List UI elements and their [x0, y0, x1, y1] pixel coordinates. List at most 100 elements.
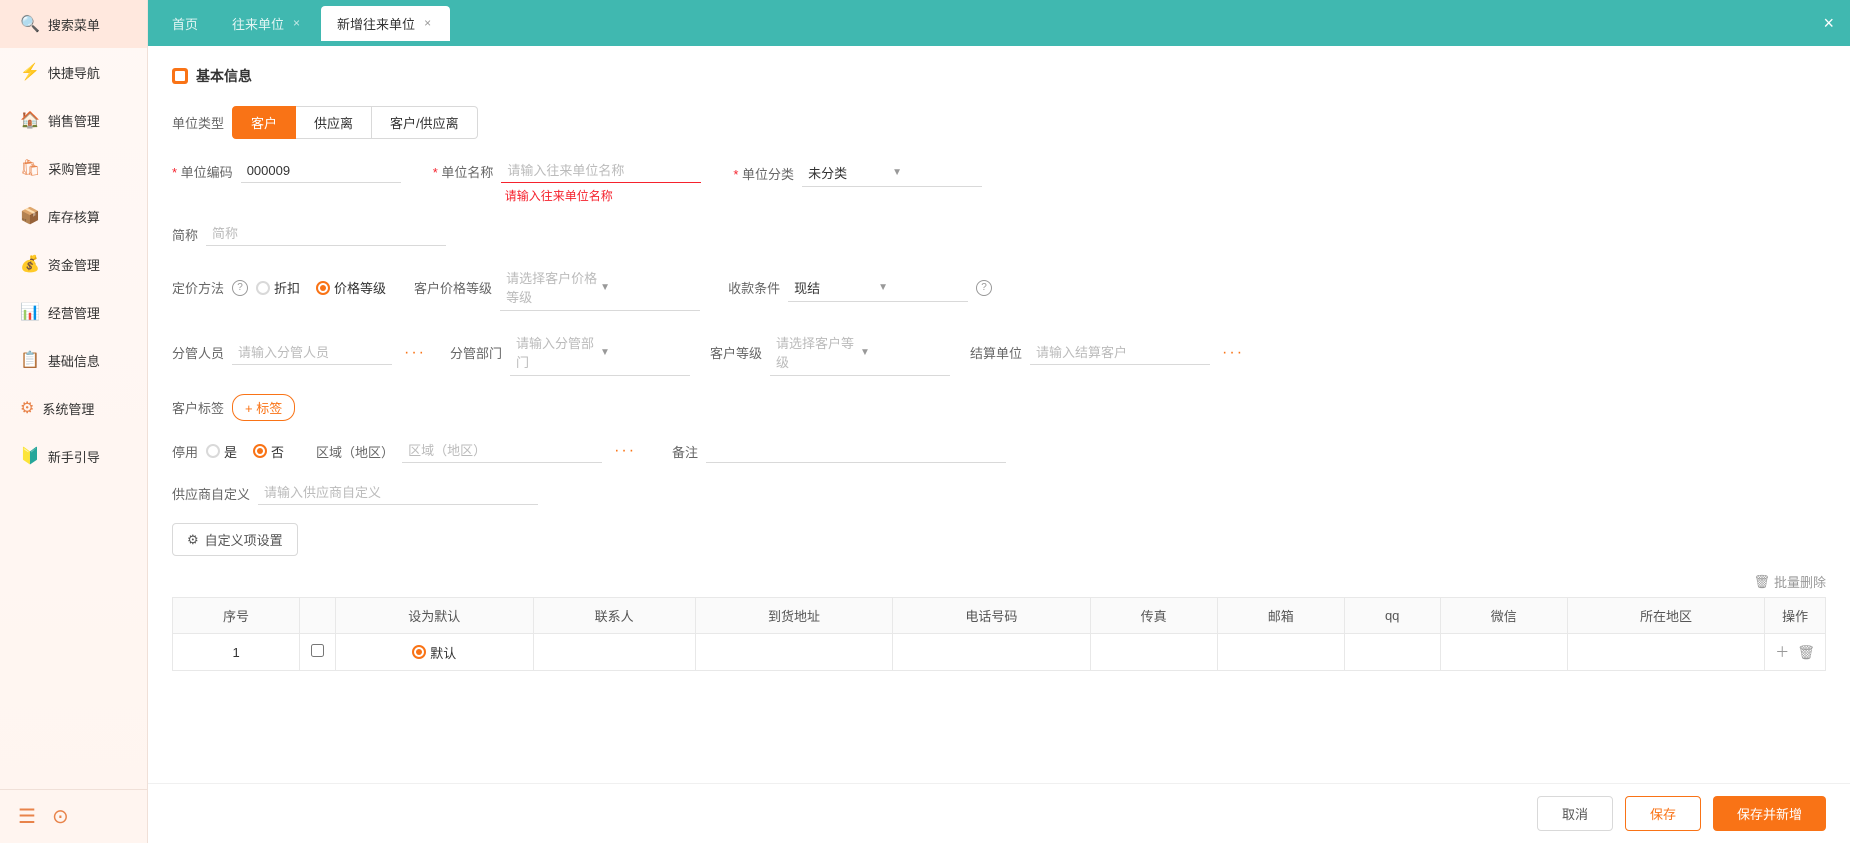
sidebar-item-basicinfo[interactable]: 📋 基础信息	[0, 336, 147, 384]
th-wechat: 微信	[1440, 598, 1567, 634]
tab-partners[interactable]: 往来单位 ×	[216, 6, 319, 41]
th-action: 操作	[1765, 598, 1826, 634]
unit-name-label: 单位名称	[433, 162, 494, 181]
sidebar-item-quicknav[interactable]: ⚡ 快捷导航	[0, 48, 147, 96]
payment-arrow-icon: ▼	[878, 282, 962, 293]
row-region	[1567, 634, 1764, 671]
sidebar-item-newbie[interactable]: 🔰 新手引导	[0, 432, 147, 480]
payment-terms-value: 现结	[794, 278, 878, 297]
quicknav-icon: ⚡	[20, 62, 40, 82]
sidebar-home-btn[interactable]: ⊙	[44, 800, 77, 833]
sidebar-item-label: 销售管理	[48, 111, 100, 130]
dept-select[interactable]: 请输入分管部门 ▼	[510, 329, 690, 376]
tab-add-partner[interactable]: 新增往来单位 ×	[321, 6, 450, 41]
unit-name-group: 单位名称 请输入往来单位名称	[433, 159, 702, 204]
type-btn-customer[interactable]: 客户	[232, 106, 296, 139]
type-btn-both[interactable]: 客户/供应离	[372, 106, 478, 139]
tab-partners-close[interactable]: ×	[290, 16, 303, 30]
row-email	[1217, 634, 1344, 671]
sidebar-item-system[interactable]: ⚙ 系统管理	[0, 384, 147, 432]
type-btn-supplier[interactable]: 供应离	[296, 106, 372, 139]
pricing-discount-radio[interactable]: 折扣	[256, 278, 300, 297]
sidebar-item-purchase[interactable]: 🛍 采购管理	[0, 144, 147, 192]
sales-icon: 🏠	[20, 110, 40, 130]
payment-terms-select[interactable]: 现结 ▼	[788, 274, 968, 302]
row-fax	[1090, 634, 1217, 671]
unit-code-input[interactable]	[241, 159, 401, 183]
disabled-yes-circle	[206, 444, 220, 458]
pricing-help-icon[interactable]: ?	[232, 280, 248, 296]
customer-level-select[interactable]: 请选择客户等级 ▼	[770, 329, 950, 376]
unit-code-group: 单位编码	[172, 159, 401, 183]
payment-terms-group: 收款条件 现结 ▼ ?	[728, 274, 992, 302]
pricing-discount-label: 折扣	[274, 278, 300, 297]
unit-category-select[interactable]: 未分类 ▼	[802, 159, 982, 187]
settlement-label: 结算单位	[970, 343, 1022, 362]
unit-category-label: 单位分类	[733, 164, 794, 183]
manager-dots-btn[interactable]: ···	[400, 342, 430, 364]
pricing-level-radio[interactable]: 价格等级	[316, 278, 386, 297]
settlement-input[interactable]	[1030, 341, 1210, 365]
sidebar-item-operations[interactable]: 📊 经营管理	[0, 288, 147, 336]
settlement-dots-btn[interactable]: ···	[1218, 342, 1248, 364]
th-no: 序号	[173, 598, 300, 634]
sidebar-item-label: 资金管理	[48, 255, 100, 274]
remark-input[interactable]	[706, 439, 1006, 463]
tab-add-partner-label: 新增往来单位	[337, 14, 415, 33]
pricing-discount-circle	[256, 281, 270, 295]
customer-tag-label: 客户标签	[172, 398, 224, 417]
purchase-icon: 🛍	[20, 158, 40, 178]
remark-label: 备注	[672, 442, 698, 461]
disabled-region-row: 停用 是 否 区域（地区） ··· 备注	[172, 439, 1826, 463]
sidebar-item-label: 基础信息	[48, 351, 100, 370]
sidebar: 🔍 搜索菜单 ⚡ 快捷导航 🏠 销售管理 🛍 采购管理 📦 库存核算 💰 资金管…	[0, 0, 148, 843]
cancel-button[interactable]: 取消	[1537, 796, 1613, 831]
tab-add-partner-close[interactable]: ×	[421, 16, 434, 30]
row-add-icon[interactable]: ＋	[1775, 642, 1789, 662]
sidebar-item-inventory[interactable]: 📦 库存核算	[0, 192, 147, 240]
sidebar-collapse-btn[interactable]: ☰	[10, 800, 44, 833]
row-checkbox[interactable]	[311, 644, 324, 657]
region-input[interactable]	[402, 439, 602, 463]
footer-bar: 取消 保存 保存并新增	[148, 783, 1850, 843]
section-header: 基本信息	[172, 66, 1826, 86]
add-tag-btn[interactable]: + 标签	[232, 394, 295, 421]
custom-settings-btn[interactable]: ⚙ 自定义项设置	[172, 523, 298, 556]
price-level-arrow-icon: ▼	[600, 282, 694, 293]
sidebar-item-sales[interactable]: 🏠 销售管理	[0, 96, 147, 144]
manager-input[interactable]	[232, 341, 392, 365]
unit-category-value: 未分类	[808, 163, 892, 182]
row-default-radio[interactable]: 默认	[412, 643, 456, 662]
customer-level-arrow-icon: ▼	[860, 347, 944, 358]
unit-name-error: 请输入往来单位名称	[505, 187, 702, 204]
supplier-custom-input[interactable]	[258, 481, 538, 505]
unit-category-group: 单位分类 未分类 ▼	[733, 159, 982, 187]
unit-name-input[interactable]	[501, 159, 701, 183]
unit-code-label: 单位编码	[172, 162, 233, 181]
row-delete-icon[interactable]: 🗑	[1797, 644, 1815, 661]
basicinfo-icon: 📋	[20, 350, 40, 370]
sidebar-item-search[interactable]: 🔍 搜索菜单	[0, 0, 147, 48]
customer-level-group: 客户等级 请选择客户等级 ▼	[710, 329, 950, 376]
newbie-icon: 🔰	[20, 446, 40, 466]
region-dots-btn[interactable]: ···	[610, 440, 640, 462]
short-name-group: 简称	[172, 222, 446, 246]
batch-delete-label[interactable]: 批量删除	[1774, 572, 1826, 591]
dept-group: 分管部门 请输入分管部门 ▼	[450, 329, 690, 376]
customer-price-level-select[interactable]: 请选择客户价格等级 ▼	[500, 264, 700, 311]
disabled-no-radio[interactable]: 否	[253, 442, 284, 461]
tab-home[interactable]: 首页	[156, 6, 214, 41]
unit-type-group: 单位类型 客户 供应离 客户/供应离	[172, 106, 478, 139]
disabled-yes-radio[interactable]: 是	[206, 442, 237, 461]
sidebar-item-finance[interactable]: 💰 资金管理	[0, 240, 147, 288]
payment-help-icon[interactable]: ?	[976, 280, 992, 296]
save-new-button[interactable]: 保存并新增	[1713, 796, 1826, 831]
short-name-input[interactable]	[206, 222, 446, 246]
dept-placeholder: 请输入分管部门	[516, 333, 600, 371]
save-button[interactable]: 保存	[1625, 796, 1701, 831]
unit-type-label: 单位类型	[172, 113, 224, 132]
tab-bar-close-all[interactable]: ×	[1815, 9, 1842, 38]
customer-level-label: 客户等级	[710, 343, 762, 362]
table-header-row: 序号 设为默认 联系人 到货地址 电话号码 传真 邮箱 qq 微信 所在地区 操…	[173, 598, 1826, 634]
row-checkbox-cell	[300, 634, 336, 671]
